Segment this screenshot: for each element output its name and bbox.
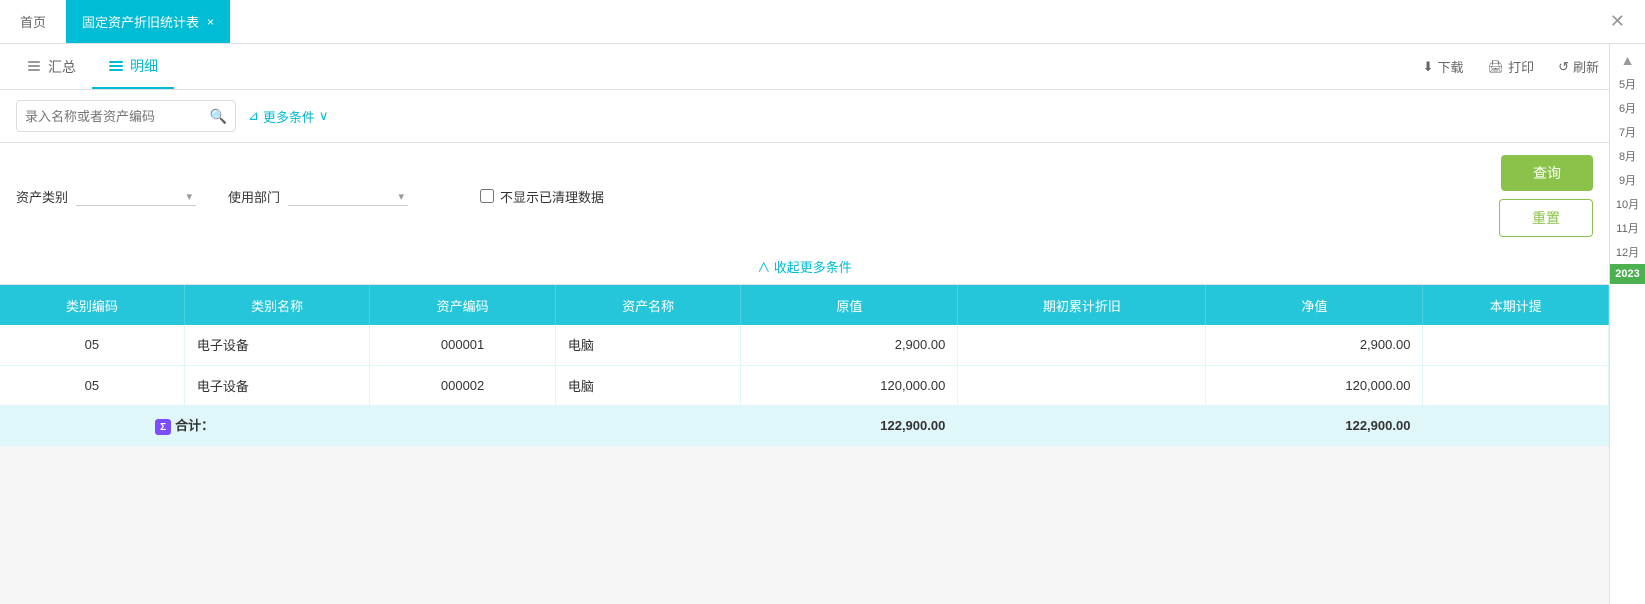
download-icon: ⬇ bbox=[1423, 59, 1434, 75]
cell-net-value: 120,000.00 bbox=[1206, 365, 1423, 405]
sidebar-arrow-up[interactable]: ▲ bbox=[1617, 48, 1639, 72]
more-conditions-label: 更多条件 bbox=[263, 107, 315, 126]
print-button[interactable]: 🖨 打印 bbox=[1488, 57, 1535, 76]
filter-row: 资产类别 使用部门 bbox=[16, 155, 1593, 237]
sidebar-month-item[interactable]: 8月 bbox=[1614, 144, 1641, 168]
cell-asset-code: 000001 bbox=[370, 325, 556, 365]
col-header-asset-code: 资产编码 bbox=[370, 285, 556, 325]
cell-asset-name: 电脑 bbox=[555, 365, 741, 405]
search-input-wrapper[interactable]: 🔍 bbox=[16, 100, 236, 132]
hide-cleared-checkbox-item[interactable]: 不显示已清理数据 bbox=[480, 187, 604, 206]
total-icon: Σ bbox=[155, 419, 171, 435]
search-input[interactable] bbox=[25, 109, 210, 124]
tab-detail[interactable]: 明细 bbox=[92, 44, 174, 89]
table-row: 05 电子设备 000001 电脑 2,900.00 2,900.00 bbox=[0, 325, 1609, 365]
col-header-accumulated: 期初累计折旧 bbox=[958, 285, 1206, 325]
reset-button[interactable]: 重置 bbox=[1499, 199, 1593, 237]
table-row: 05 电子设备 000002 电脑 120,000.00 120,000.00 bbox=[0, 365, 1609, 405]
col-header-category: 类别名称 bbox=[184, 285, 370, 325]
more-conditions-button[interactable]: ⊿ 更多条件 ∨ bbox=[248, 107, 328, 126]
tab-summary[interactable]: 汇总 bbox=[10, 44, 92, 89]
cell-code: 05 bbox=[0, 325, 184, 365]
cell-code: 05 bbox=[0, 365, 184, 405]
right-sidebar: ▲ 5月6月7月8月9月10月11月12月 2023 bbox=[1609, 44, 1645, 604]
sidebar-months: 5月6月7月8月9月10月11月12月 bbox=[1614, 72, 1641, 264]
col-header-current-dep: 本期计提 bbox=[1423, 285, 1609, 325]
tab-detail-label: 明细 bbox=[130, 56, 158, 76]
department-select[interactable] bbox=[288, 186, 408, 206]
cell-accumulated bbox=[958, 365, 1206, 405]
refresh-button[interactable]: ↺ 刷新 bbox=[1558, 57, 1599, 76]
filter-icon: ⊿ bbox=[248, 108, 259, 124]
tab-bar: 汇总 明细 ⬇ 下载 🖨 打印 bbox=[0, 44, 1609, 90]
home-nav[interactable]: 首页 bbox=[0, 0, 66, 43]
print-icon: 🖨 bbox=[1488, 59, 1505, 75]
sidebar-month-item[interactable]: 10月 bbox=[1614, 192, 1641, 216]
department-select-wrapper[interactable] bbox=[288, 186, 408, 206]
sidebar-month-item[interactable]: 7月 bbox=[1614, 120, 1641, 144]
total-row: Σ合计： 122,900.00 122,900.00 bbox=[0, 405, 1609, 445]
data-table: 类别编码 类别名称 资产编码 资产名称 原值 期初累计折旧 净值 本期计提 05… bbox=[0, 285, 1609, 446]
table-area: 类别编码 类别名称 资产编码 资产名称 原值 期初累计折旧 净值 本期计提 05… bbox=[0, 285, 1609, 604]
active-tab[interactable]: 固定资产折旧统计表 × bbox=[66, 0, 230, 43]
sidebar-month-item[interactable]: 11月 bbox=[1614, 216, 1641, 240]
table-header-row: 类别编码 类别名称 资产编码 资产名称 原值 期初累计折旧 净值 本期计提 bbox=[0, 285, 1609, 325]
refresh-icon: ↺ bbox=[1558, 59, 1569, 75]
total-original-value: 122,900.00 bbox=[741, 405, 958, 445]
department-label: 使用部门 bbox=[228, 187, 280, 206]
asset-type-filter: 资产类别 bbox=[16, 186, 196, 206]
main-layout: 汇总 明细 ⬇ 下载 🖨 打印 bbox=[0, 44, 1645, 604]
cell-original-value: 2,900.00 bbox=[741, 325, 958, 365]
tab-summary-label: 汇总 bbox=[48, 57, 76, 77]
asset-type-select-wrapper[interactable] bbox=[76, 186, 196, 206]
asset-type-label: 资产类别 bbox=[16, 187, 68, 206]
total-label: Σ合计： bbox=[0, 405, 370, 445]
tab-close-icon[interactable]: × bbox=[207, 15, 214, 29]
cell-current-dep bbox=[1423, 325, 1609, 365]
filter-buttons: 查询 重置 bbox=[1499, 155, 1593, 237]
col-header-original-value: 原值 bbox=[741, 285, 958, 325]
cell-accumulated bbox=[958, 325, 1206, 365]
asset-type-select[interactable] bbox=[76, 186, 196, 206]
total-net-value: 122,900.00 bbox=[1206, 405, 1423, 445]
cell-current-dep bbox=[1423, 365, 1609, 405]
total-accumulated bbox=[958, 405, 1206, 445]
col-header-net-value: 净值 bbox=[1206, 285, 1423, 325]
sidebar-month-item[interactable]: 9月 bbox=[1614, 168, 1641, 192]
content-area: 汇总 明细 ⬇ 下载 🖨 打印 bbox=[0, 44, 1609, 604]
download-button[interactable]: ⬇ 下载 bbox=[1423, 57, 1464, 76]
sidebar-month-item[interactable]: 6月 bbox=[1614, 96, 1641, 120]
tab-actions: ⬇ 下载 🖨 打印 ↺ 刷新 bbox=[1423, 57, 1599, 76]
search-bar: 🔍 ⊿ 更多条件 ∨ bbox=[0, 90, 1609, 143]
col-header-code: 类别编码 bbox=[0, 285, 184, 325]
search-icon[interactable]: 🔍 bbox=[210, 108, 227, 125]
cell-asset-name: 电脑 bbox=[555, 325, 741, 365]
total-current-dep bbox=[1423, 405, 1609, 445]
cell-net-value: 2,900.00 bbox=[1206, 325, 1423, 365]
cell-category: 电子设备 bbox=[184, 325, 370, 365]
cell-category: 电子设备 bbox=[184, 365, 370, 405]
chevron-down-icon: ∨ bbox=[319, 108, 329, 124]
hide-cleared-checkbox[interactable] bbox=[480, 189, 494, 203]
tab-title: 固定资产折旧统计表 bbox=[82, 12, 199, 31]
sidebar-month-item[interactable]: 12月 bbox=[1614, 240, 1641, 264]
query-button[interactable]: 查询 bbox=[1501, 155, 1593, 191]
col-header-asset-name: 资产名称 bbox=[555, 285, 741, 325]
list-icon bbox=[108, 58, 124, 74]
collapse-bar[interactable]: ∧ 收起更多条件 bbox=[16, 249, 1593, 284]
cell-asset-code: 000002 bbox=[370, 365, 556, 405]
top-nav: 首页 固定资产折旧统计表 × ✕ bbox=[0, 0, 1645, 44]
window-close-button[interactable]: ✕ bbox=[1590, 0, 1645, 43]
filter-area: 资产类别 使用部门 bbox=[0, 143, 1609, 285]
sidebar-month-item[interactable]: 5月 bbox=[1614, 72, 1641, 96]
hide-cleared-label: 不显示已清理数据 bbox=[500, 187, 604, 206]
sidebar-year-badge[interactable]: 2023 bbox=[1610, 264, 1645, 284]
department-filter: 使用部门 bbox=[228, 186, 408, 206]
cell-original-value: 120,000.00 bbox=[741, 365, 958, 405]
layers-icon bbox=[26, 59, 42, 75]
